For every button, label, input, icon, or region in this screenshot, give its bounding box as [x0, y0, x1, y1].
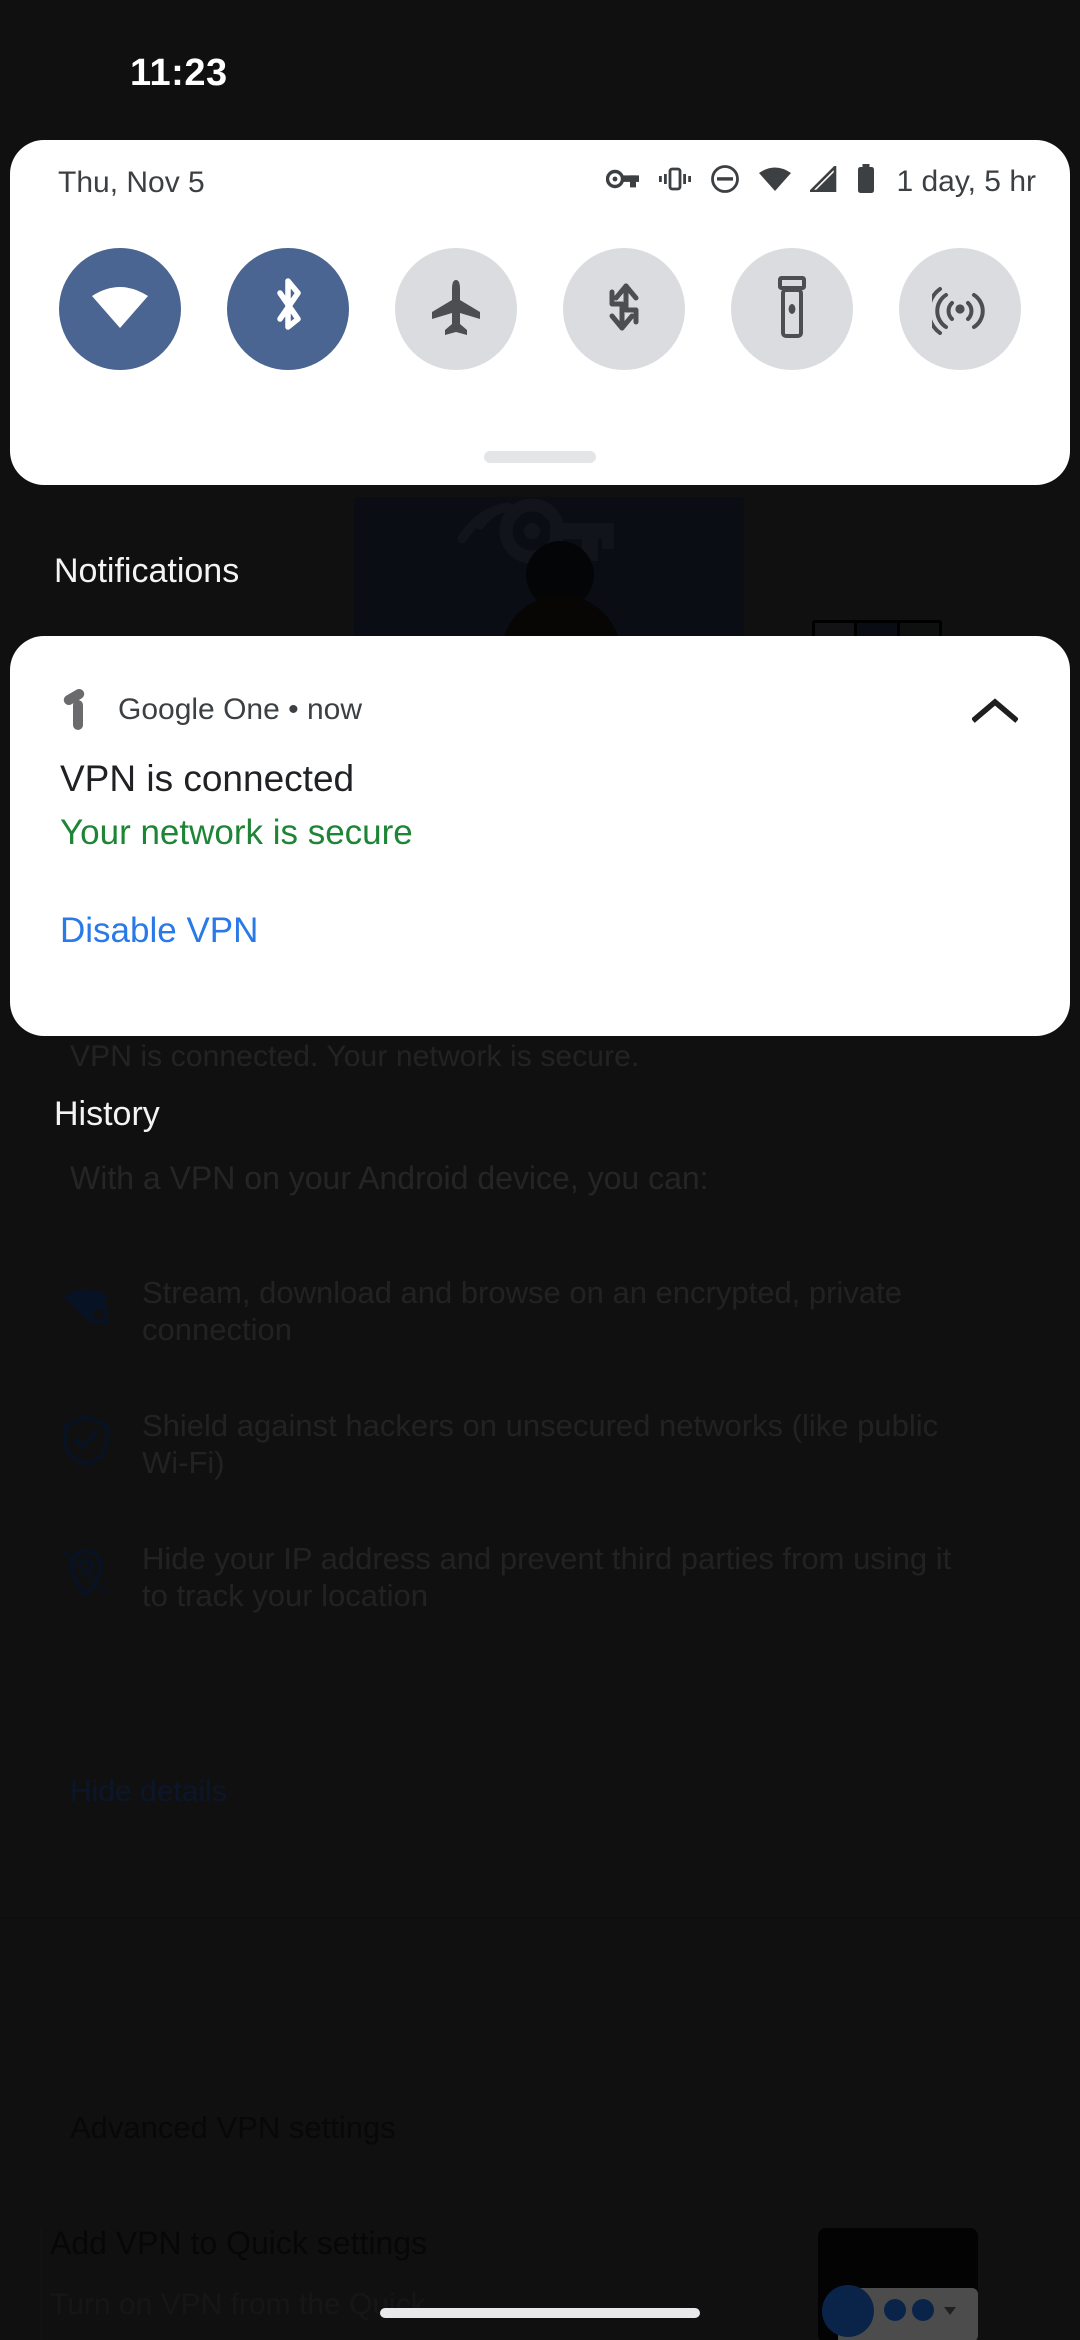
list-item: Stream, download and browse on an encryp… — [60, 1275, 1020, 1348]
battery-icon — [856, 164, 876, 199]
wifi-lock-icon — [60, 1275, 112, 1348]
airplane-icon — [428, 278, 484, 341]
android-notification-shade: VPN is connected. Your network is secure… — [0, 0, 1080, 2340]
disable-vpn-action-button[interactable]: Disable VPN — [60, 911, 258, 951]
notification-google-one-vpn[interactable]: Google One • now VPN is connected Your n… — [10, 636, 1070, 1036]
vibrate-icon — [658, 165, 692, 198]
quick-settings-panel[interactable]: Thu, Nov 5 1 day, 5 hr — [10, 140, 1070, 485]
list-item-label: Shield against hackers on unsecured netw… — [142, 1408, 939, 1480]
google-one-icon — [58, 688, 96, 732]
quick-tile-auto-rotate[interactable] — [563, 248, 685, 370]
notifications-section-label: Notifications — [54, 552, 240, 590]
quick-tile-hotspot[interactable] — [899, 248, 1021, 370]
notification-header: Google One • now — [58, 688, 362, 732]
quick-settings-promo-subtitle: Turn on VPN from the Quick — [50, 2288, 426, 2321]
quick-tile-airplane-mode[interactable] — [395, 248, 517, 370]
list-item-label: Hide your IP address and prevent third p… — [142, 1541, 952, 1613]
vpn-key-icon — [606, 166, 640, 197]
notification-title: VPN is connected — [60, 758, 355, 799]
battery-estimate-label: 1 day, 5 hr — [896, 164, 1036, 198]
navigation-home-pill[interactable] — [380, 2308, 700, 2318]
wifi-icon — [758, 166, 792, 197]
quick-tile-wifi[interactable] — [59, 248, 181, 370]
vpn-summary-line: VPN is connected. Your network is secure… — [70, 1040, 640, 1073]
advanced-vpn-settings-item[interactable]: Advanced VPN settings — [70, 2110, 396, 2146]
quick-settings-status-icons: 1 day, 5 hr — [606, 163, 1036, 199]
quick-settings-drag-handle[interactable] — [484, 451, 596, 463]
bluetooth-icon — [266, 275, 310, 344]
quick-settings-date[interactable]: Thu, Nov 5 — [58, 166, 205, 200]
location-off-icon — [60, 1541, 112, 1614]
hide-details-link[interactable]: Hide details — [70, 1775, 227, 1809]
notification-body-text: Your network is secure — [60, 813, 413, 852]
shield-check-icon — [60, 1408, 112, 1481]
quick-tile-bluetooth[interactable] — [227, 248, 349, 370]
quick-settings-promo-title: Add VPN to Quick settings — [50, 2225, 428, 2261]
quick-settings-tiles — [10, 248, 1070, 370]
vpn-intro-text: With a VPN on your Android device, you c… — [70, 1160, 709, 1196]
list-item-label: Stream, download and browse on an encryp… — [142, 1275, 902, 1347]
wifi-icon — [90, 284, 150, 335]
hotspot-icon — [926, 279, 988, 340]
quick-tile-flashlight[interactable] — [731, 248, 853, 370]
mobile-signal-icon — [808, 163, 838, 197]
list-item: Shield against hackers on unsecured netw… — [60, 1408, 1020, 1481]
chevron-up-icon[interactable] — [966, 682, 1024, 740]
status-bar-clock: 11:23 — [130, 52, 228, 94]
status-bar: 11:23 — [0, 0, 1080, 140]
notification-app-name: Google One • now — [118, 693, 362, 726]
list-item: Hide your IP address and prevent third p… — [60, 1541, 1020, 1614]
auto-rotate-icon — [596, 278, 652, 341]
history-section-label: History — [54, 1095, 160, 1133]
flashlight-icon — [774, 275, 810, 343]
quick-settings-promo-thumbnail — [818, 2228, 978, 2340]
do-not-disturb-icon — [710, 164, 740, 199]
vpn-benefits-list: Stream, download and browse on an encryp… — [60, 1275, 1020, 1674]
section-divider — [0, 1917, 1080, 1919]
